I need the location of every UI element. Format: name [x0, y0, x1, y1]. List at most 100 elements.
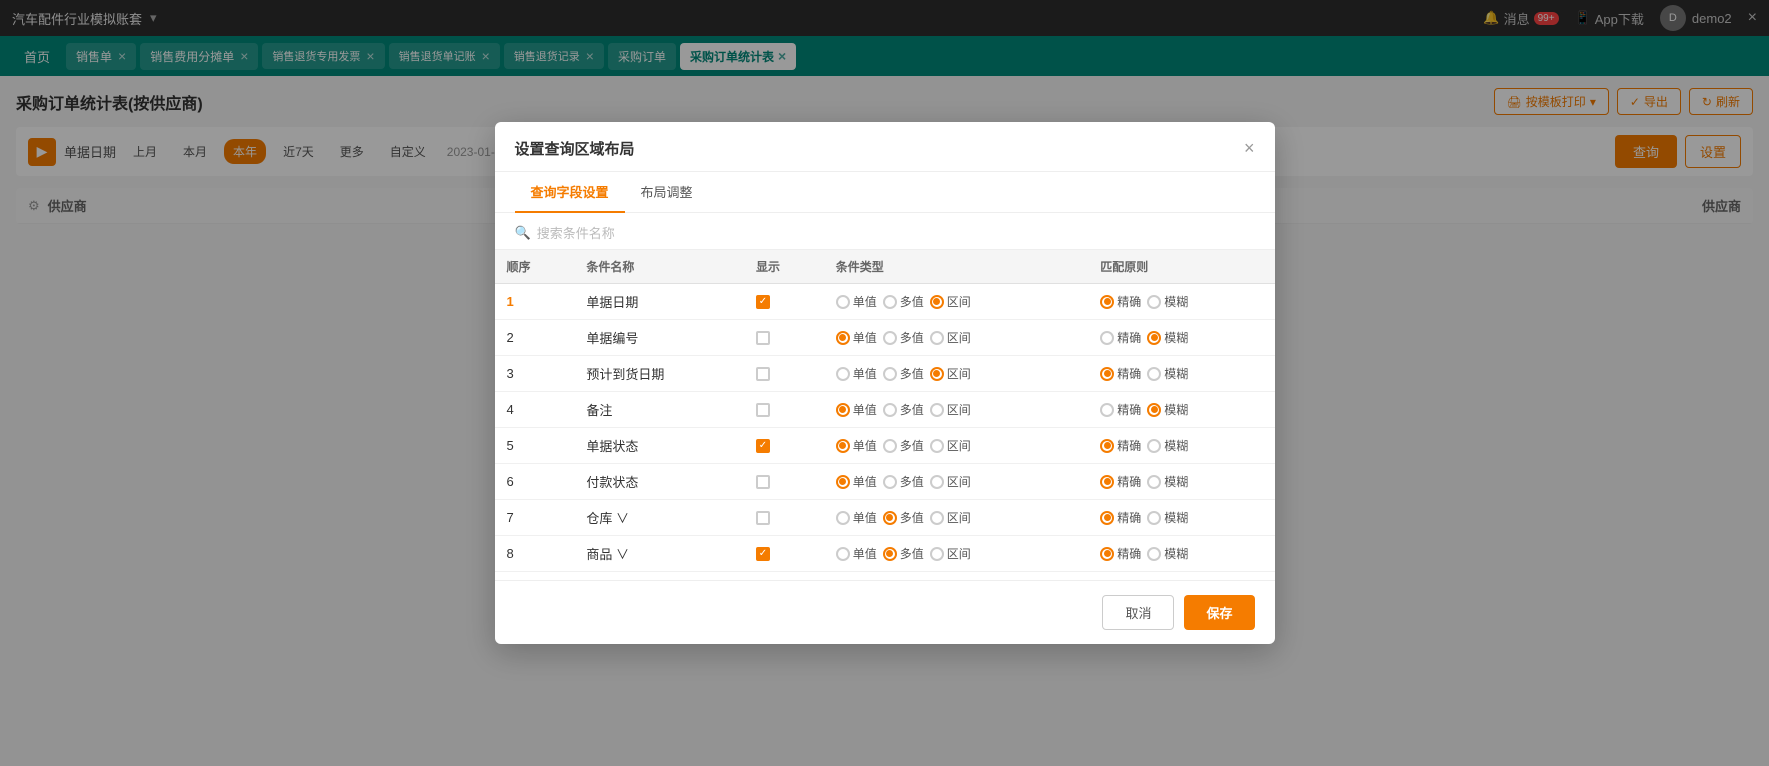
radio-label: 精确 [1117, 473, 1141, 490]
cell-condition-type: 单值 多值区间 [824, 500, 1088, 536]
radio-label: 精确 [1117, 329, 1141, 346]
radio-match-精确[interactable]: 精确 [1100, 509, 1141, 526]
radio-circle [883, 367, 897, 381]
cell-display[interactable] [744, 356, 824, 392]
radio-label: 单值 [853, 329, 877, 346]
radio-condition-区间[interactable]: 区间 [930, 329, 971, 346]
radio-match-精确[interactable]: 精确 [1100, 365, 1141, 382]
order-num: 1 [507, 294, 514, 309]
radio-match-精确[interactable]: 精确 [1100, 293, 1141, 310]
display-checkbox[interactable] [756, 331, 770, 345]
save-button[interactable]: 保存 [1184, 595, 1254, 630]
radio-match-精确[interactable]: 精确 [1100, 437, 1141, 454]
radio-condition-单值[interactable]: 单值 [836, 329, 877, 346]
radio-label: 精确 [1117, 545, 1141, 562]
display-checkbox[interactable] [756, 367, 770, 381]
radio-condition-多值[interactable]: 多值 [883, 509, 924, 526]
radio-match-精确[interactable]: 精确 [1100, 329, 1141, 346]
radio-condition-单值[interactable]: 单值 [836, 293, 877, 310]
display-checkbox[interactable] [756, 403, 770, 417]
radio-label: 区间 [947, 329, 971, 346]
radio-match-模糊[interactable]: 模糊 [1147, 329, 1188, 346]
radio-condition-多值[interactable]: 多值 [883, 473, 924, 490]
cell-display[interactable] [744, 392, 824, 428]
radio-match-模糊[interactable]: 模糊 [1147, 401, 1188, 418]
radio-label: 单值 [853, 473, 877, 490]
cell-match-rule: 精确模糊 [1088, 572, 1274, 581]
radio-match-模糊[interactable]: 模糊 [1147, 365, 1188, 382]
cell-display[interactable] [744, 572, 824, 581]
cell-condition-type: 单值 多值区间 [824, 392, 1088, 428]
radio-condition-区间[interactable]: 区间 [930, 401, 971, 418]
radio-label: 多值 [900, 473, 924, 490]
radio-circle [883, 295, 897, 309]
cancel-button[interactable]: 取消 [1102, 595, 1174, 630]
modal-tab-query-fields[interactable]: 查询字段设置 [515, 172, 625, 213]
cell-condition-name: 单据日期 [574, 284, 744, 320]
radio-match-精确[interactable]: 精确 [1100, 545, 1141, 562]
radio-match-精确[interactable]: 精确 [1100, 401, 1141, 418]
cell-match-rule: 精确模糊 [1088, 392, 1274, 428]
radio-match-模糊[interactable]: 模糊 [1147, 473, 1188, 490]
radio-circle [883, 439, 897, 453]
radio-match-模糊[interactable]: 模糊 [1147, 293, 1188, 310]
radio-condition-多值[interactable]: 多值 [883, 545, 924, 562]
radio-condition-区间[interactable]: 区间 [930, 545, 971, 562]
radio-label: 区间 [947, 437, 971, 454]
radio-condition-多值[interactable]: 多值 [883, 329, 924, 346]
search-input[interactable] [537, 226, 737, 241]
modal-close-button[interactable]: × [1244, 138, 1255, 159]
radio-condition-区间[interactable]: 区间 [930, 509, 971, 526]
radio-condition-多值[interactable]: 多值 [883, 401, 924, 418]
radio-condition-多值[interactable]: 多值 [883, 437, 924, 454]
cell-display[interactable] [744, 428, 824, 464]
cell-match-rule: 精确模糊 [1088, 356, 1274, 392]
cell-display[interactable] [744, 500, 824, 536]
th-order: 顺序 [495, 250, 575, 284]
display-checkbox[interactable] [756, 295, 770, 309]
radio-condition-单值[interactable]: 单值 [836, 509, 877, 526]
radio-condition-单值[interactable]: 单值 [836, 473, 877, 490]
cell-condition-type: 单值多值 区间 [824, 320, 1088, 356]
radio-condition-区间[interactable]: 区间 [930, 437, 971, 454]
cell-display[interactable] [744, 464, 824, 500]
modal-tab-layout[interactable]: 布局调整 [625, 172, 709, 213]
modal-footer: 取消 保存 [495, 580, 1275, 644]
radio-condition-多值[interactable]: 多值 [883, 365, 924, 382]
radio-condition-单值[interactable]: 单值 [836, 365, 877, 382]
cell-condition-type: 单值多值区间 [824, 536, 1088, 572]
radio-condition-多值[interactable]: 多值 [883, 293, 924, 310]
modal-dialog: 设置查询区域布局 × 查询字段设置 布局调整 🔍 顺序 条件名称 显示 条件类型 [495, 122, 1275, 644]
cell-display[interactable] [744, 536, 824, 572]
radio-condition-单值[interactable]: 单值 [836, 545, 877, 562]
cell-match-rule: 精确模糊 [1088, 428, 1274, 464]
radio-condition-区间[interactable]: 区间 [930, 293, 971, 310]
cell-condition-name: 单据编号 [574, 320, 744, 356]
cell-condition-type: 单值多值区间 [824, 356, 1088, 392]
radio-label: 精确 [1117, 401, 1141, 418]
radio-condition-单值[interactable]: 单值 [836, 401, 877, 418]
cell-condition-type: 单值多值 区间 [824, 428, 1088, 464]
display-checkbox[interactable] [756, 547, 770, 561]
radio-match-模糊[interactable]: 模糊 [1147, 509, 1188, 526]
radio-label: 多值 [900, 509, 924, 526]
radio-circle [883, 475, 897, 489]
table-row: 2单据编号单值多值区间精确模糊 [495, 320, 1275, 356]
cell-order: 8 [495, 536, 575, 572]
radio-condition-区间[interactable]: 区间 [930, 365, 971, 382]
radio-circle [930, 403, 944, 417]
radio-circle [1100, 439, 1114, 453]
cell-display[interactable] [744, 284, 824, 320]
radio-label: 多值 [900, 401, 924, 418]
display-checkbox[interactable] [756, 511, 770, 525]
radio-circle [836, 475, 850, 489]
cell-display[interactable] [744, 320, 824, 356]
radio-condition-区间[interactable]: 区间 [930, 473, 971, 490]
radio-match-精确[interactable]: 精确 [1100, 473, 1141, 490]
radio-condition-单值[interactable]: 单值 [836, 437, 877, 454]
radio-match-模糊[interactable]: 模糊 [1147, 545, 1188, 562]
display-checkbox[interactable] [756, 475, 770, 489]
display-checkbox[interactable] [756, 439, 770, 453]
radio-match-模糊[interactable]: 模糊 [1147, 437, 1188, 454]
modal-overlay[interactable]: 设置查询区域布局 × 查询字段设置 布局调整 🔍 顺序 条件名称 显示 条件类型 [0, 0, 1769, 766]
